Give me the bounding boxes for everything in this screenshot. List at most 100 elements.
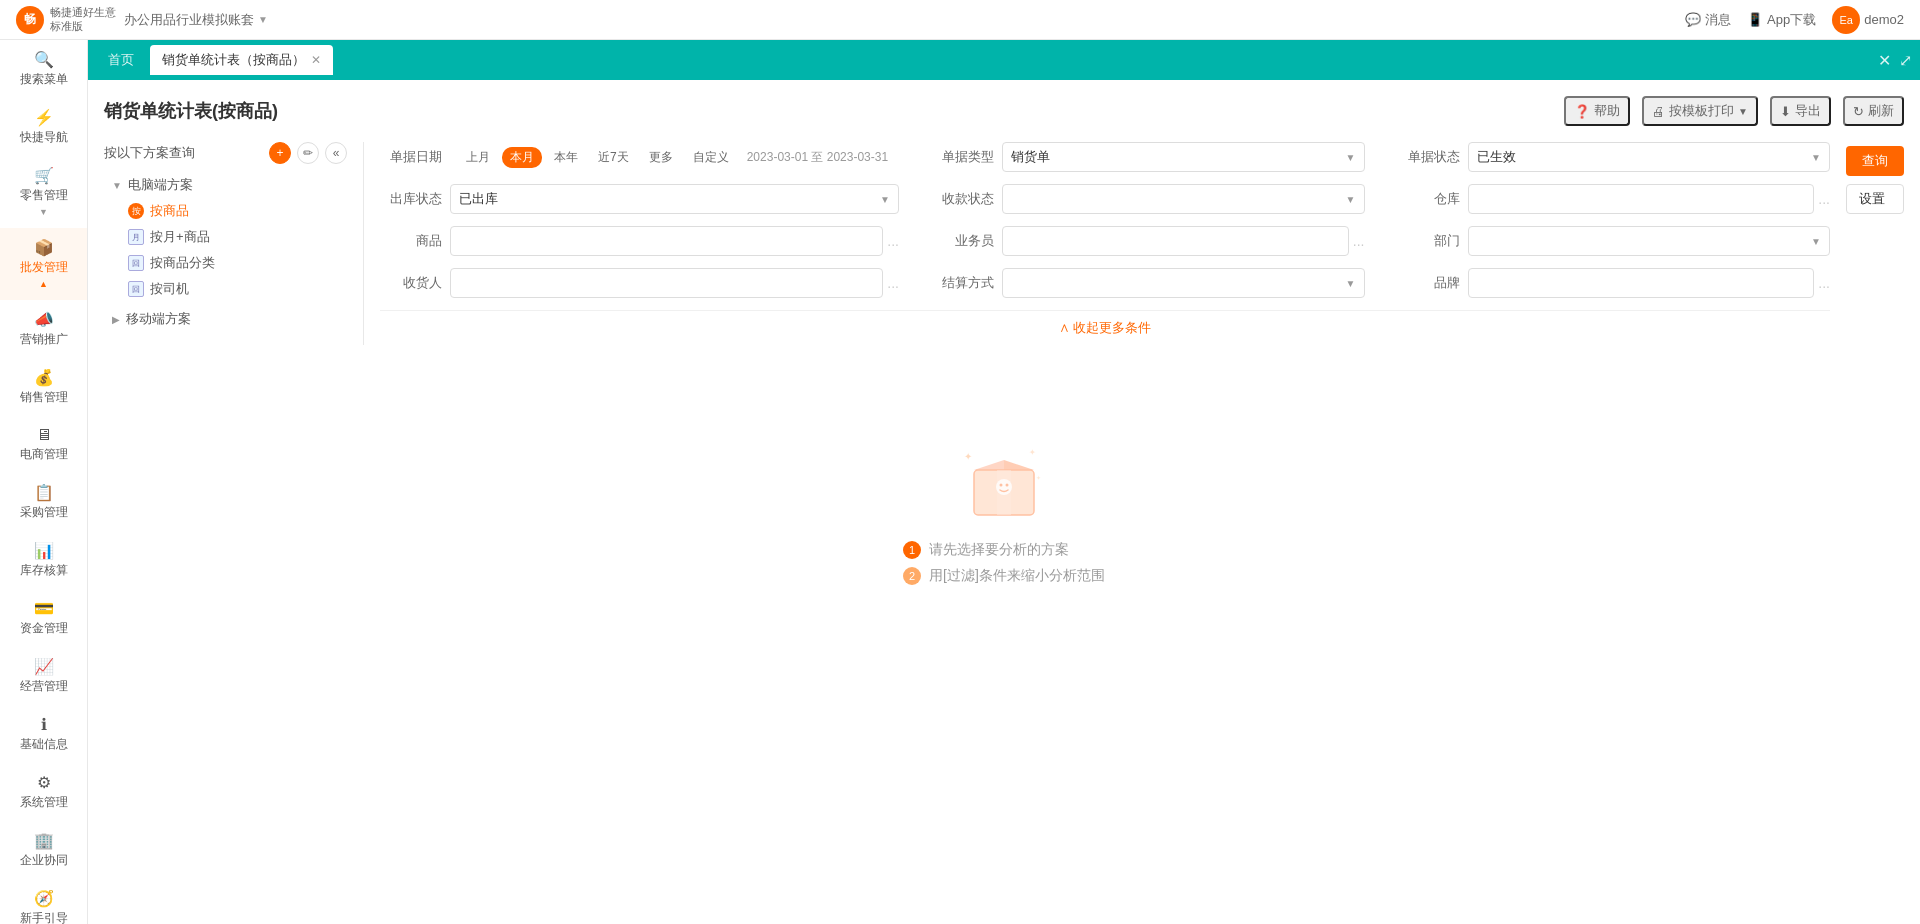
tab-close-icon[interactable]: ✕ (311, 53, 321, 67)
filter-field-payment: 收款状态 ▼ (932, 184, 1365, 214)
filter-tree-panel: 按以下方案查询 + ✏ « (104, 142, 364, 345)
brand-input[interactable] (1468, 268, 1815, 298)
doc-type-select-box[interactable]: 销货单 ▼ (1002, 142, 1365, 172)
operation-icon: 📈 (4, 657, 83, 676)
tab-home[interactable]: 首页 (96, 45, 146, 75)
message-icon: 💬 (1685, 12, 1701, 27)
sidebar-item-guide[interactable]: 🧭 新手引导 (0, 879, 87, 924)
edit-scheme-button[interactable]: ✏ (297, 142, 319, 164)
refresh-button[interactable]: ↻ 刷新 (1843, 96, 1904, 126)
product-dots-icon[interactable]: ... (887, 233, 899, 249)
tree-desktop-header[interactable]: ▼ 电脑端方案 (104, 172, 347, 198)
sidebar-item-wholesale[interactable]: 📦 批发管理 ▲ (0, 228, 87, 300)
filter-row-3: 商品 ... 业务员 (380, 226, 1830, 256)
filter-form: 单据日期 上月 本月 本年 近7天 (364, 142, 1830, 345)
tree-item-by-month-product[interactable]: 月 按月+商品 (120, 224, 347, 250)
sidebar-item-system[interactable]: ⚙ 系统管理 (0, 763, 87, 821)
collapse-bar[interactable]: ∧ 收起更多条件 (380, 310, 1830, 345)
date-opt-this-month[interactable]: 本月 (502, 147, 542, 168)
cashier-icon: 回 (128, 281, 144, 297)
filter-field-date: 单据日期 上月 本月 本年 近7天 (380, 147, 899, 168)
filter-field-settlement: 结算方式 ▼ (932, 268, 1365, 298)
doc-status-arrow-icon: ▼ (1811, 152, 1821, 163)
brand-dots-icon[interactable]: ... (1818, 275, 1830, 291)
by-product-icon: 按 (128, 203, 144, 219)
sidebar-item-ecommerce[interactable]: 🖥 电商管理 (0, 416, 87, 473)
settlement-select[interactable]: ▼ (1002, 268, 1365, 298)
date-opt-last-month[interactable]: 上月 (458, 147, 498, 168)
form-and-actions: 单据日期 上月 本月 本年 近7天 (364, 142, 1904, 345)
filter-field-warehouse: 仓库 ... (1398, 184, 1831, 214)
salesperson-input[interactable] (1002, 226, 1349, 256)
product-input[interactable] (450, 226, 883, 256)
query-button[interactable]: 查询 (1846, 146, 1904, 176)
step-2-num: 2 (903, 567, 921, 585)
tree-desktop-children: 按 按商品 月 按月+商品 回 按商品分类 (104, 198, 347, 302)
doc-type-arrow-icon: ▼ (1346, 152, 1356, 163)
maximize-icon[interactable]: ⤢ (1899, 51, 1912, 70)
filter-field-out-status: 出库状态 已出库 ▼ (380, 184, 899, 214)
edit-icon: ✏ (303, 146, 313, 160)
doc-status-select[interactable]: 已生效 ▼ (1468, 142, 1831, 172)
tree-desktop-group: ▼ 电脑端方案 按 按商品 月 按月+商品 (104, 172, 347, 302)
sidebar-item-search[interactable]: 🔍 搜索菜单 (0, 40, 87, 98)
date-opt-7days[interactable]: 近7天 (590, 147, 637, 168)
sidebar-item-sales[interactable]: 💰 销售管理 (0, 358, 87, 416)
content-area: 首页 销货单统计表（按商品） ✕ ✕ ⤢ 销货单统计表(按商品) ❓ (88, 40, 1920, 924)
consignee-dots-icon[interactable]: ... (887, 275, 899, 291)
collapse-panel-button[interactable]: « (325, 142, 347, 164)
salesperson-dots-icon[interactable]: ... (1353, 233, 1365, 249)
sidebar-item-inventory[interactable]: 📊 库存核算 (0, 531, 87, 589)
date-opt-this-year[interactable]: 本年 (546, 147, 586, 168)
dept-select[interactable]: ▼ (1468, 226, 1831, 256)
sidebar-item-marketing[interactable]: 📣 营销推广 (0, 300, 87, 358)
empty-steps-list: 1 请先选择要分析的方案 2 用[过滤]条件来缩小分析范围 (903, 541, 1105, 593)
sidebar-item-operation[interactable]: 📈 经营管理 (0, 647, 87, 705)
payment-arrow-icon: ▼ (1346, 194, 1356, 205)
close-window-icon[interactable]: ✕ (1878, 51, 1891, 70)
out-status-select[interactable]: 已出库 ▼ (450, 184, 899, 214)
month-product-icon: 月 (128, 229, 144, 245)
doc-type-select[interactable]: 销货单 ▼ (1002, 142, 1365, 172)
settings-button[interactable]: 设置 (1846, 184, 1904, 214)
sidebar-item-enterprise[interactable]: 🏢 企业协同 (0, 821, 87, 879)
warehouse-dots-icon[interactable]: ... (1818, 191, 1830, 207)
inventory-icon: 📊 (4, 541, 83, 560)
date-opt-more[interactable]: 更多 (641, 147, 681, 168)
sidebar-item-purchase[interactable]: 📋 采购管理 (0, 473, 87, 531)
date-opt-custom[interactable]: 自定义 (685, 147, 737, 168)
logo-area: 畅 畅捷通好生意 标准版 (16, 6, 116, 34)
payment-select[interactable]: ▼ (1002, 184, 1365, 214)
help-icon: ❓ (1574, 104, 1590, 119)
warehouse-input[interactable] (1468, 184, 1815, 214)
action-buttons: 查询 设置 (1846, 142, 1904, 345)
topbar: 畅 畅捷通好生意 标准版 办公用品行业模拟账套 ▼ 💬 消息 📱 App下载 E… (0, 0, 1920, 40)
svg-point-4 (1000, 484, 1003, 487)
app-download-button[interactable]: 📱 App下载 (1747, 11, 1816, 29)
category-icon: 回 (128, 255, 144, 271)
main-layout: 🔍 搜索菜单 ⚡ 快捷导航 🛒 零售管理 ▼ 📦 批发管理 ▲ 📣 营销推广 💰… (0, 40, 1920, 924)
message-button[interactable]: 💬 消息 (1685, 11, 1731, 29)
sidebar-item-finance[interactable]: 💳 资金管理 (0, 589, 87, 647)
user-menu[interactable]: Ea demo2 (1832, 6, 1904, 34)
tab-active[interactable]: 销货单统计表（按商品） ✕ (150, 45, 333, 75)
finance-icon: 💳 (4, 599, 83, 618)
add-scheme-button[interactable]: + (269, 142, 291, 164)
tree-item-by-cashier[interactable]: 回 按司机 (120, 276, 347, 302)
tree-mobile-group: ▶ 移动端方案 (104, 306, 347, 332)
sidebar-item-quick-nav[interactable]: ⚡ 快捷导航 (0, 98, 87, 156)
print-button[interactable]: 🖨 按模板打印 ▼ (1642, 96, 1758, 126)
tree-mobile-header[interactable]: ▶ 移动端方案 (104, 306, 347, 332)
filter-field-product: 商品 ... (380, 226, 899, 256)
tree-item-by-product[interactable]: 按 按商品 (120, 198, 347, 224)
step-1-num: 1 (903, 541, 921, 559)
help-button[interactable]: ❓ 帮助 (1564, 96, 1630, 126)
empty-step-2: 2 用[过滤]条件来缩小分析范围 (903, 567, 1105, 585)
workspace-selector[interactable]: 办公用品行业模拟账套 ▼ (124, 11, 268, 29)
export-button[interactable]: ⬇ 导出 (1770, 96, 1831, 126)
page-header: 销货单统计表(按商品) ❓ 帮助 🖨 按模板打印 ▼ ⬇ (104, 96, 1904, 126)
consignee-input[interactable] (450, 268, 883, 298)
sidebar-item-retail[interactable]: 🛒 零售管理 ▼ (0, 156, 87, 228)
sidebar-item-basic[interactable]: ℹ 基础信息 (0, 705, 87, 763)
tree-item-by-category[interactable]: 回 按商品分类 (120, 250, 347, 276)
